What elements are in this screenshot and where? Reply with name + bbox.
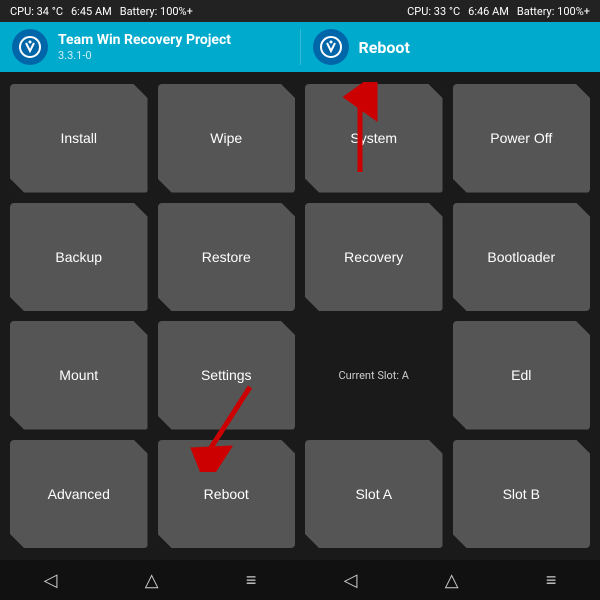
nav-bar: ◁ △ ≡ ◁ △ ≡ [0, 560, 600, 600]
cpu-left: CPU: 34 °C [10, 5, 63, 18]
header-left: Team Win Recovery Project 3.3.1-0 [0, 29, 300, 65]
header-title-block: Team Win Recovery Project 3.3.1-0 [58, 32, 231, 62]
cpu-right: CPU: 33 °C [407, 5, 460, 18]
main-grid: Install Wipe System Power Off Backup Res… [0, 72, 600, 560]
backup-button[interactable]: Backup [10, 203, 148, 312]
app-title: Team Win Recovery Project [58, 32, 231, 49]
reboot-header-title: Reboot [359, 38, 410, 57]
app-version: 3.3.1-0 [58, 49, 231, 62]
nav-menu-1[interactable]: ≡ [246, 570, 257, 591]
mount-button[interactable]: Mount [10, 321, 148, 430]
header-right: Reboot [300, 29, 600, 65]
time-left: 6:45 AM [71, 5, 112, 18]
wipe-button[interactable]: Wipe [158, 84, 296, 193]
status-left: CPU: 34 °C 6:45 AM Battery: 100%+ [10, 5, 193, 18]
advanced-button[interactable]: Advanced [10, 440, 148, 549]
bootloader-button[interactable]: Bootloader [453, 203, 591, 312]
nav-back-2[interactable]: ◁ [344, 570, 358, 591]
reboot-button[interactable]: Reboot [158, 440, 296, 549]
slot-a-button[interactable]: Slot A [305, 440, 443, 549]
reboot-logo-icon [313, 29, 349, 65]
status-right: CPU: 33 °C 6:46 AM Battery: 100%+ [407, 5, 590, 18]
current-slot-text: Current Slot: A [339, 369, 409, 382]
restore-button[interactable]: Restore [158, 203, 296, 312]
nav-back-1[interactable]: ◁ [44, 570, 58, 591]
settings-button[interactable]: Settings [158, 321, 296, 430]
install-button[interactable]: Install [10, 84, 148, 193]
nav-home-2[interactable]: △ [445, 570, 459, 591]
battery-left: Battery: 100%+ [120, 5, 193, 18]
header: Team Win Recovery Project 3.3.1-0 Reboot [0, 22, 600, 72]
time-right: 6:46 AM [468, 5, 509, 18]
logo-icon [12, 29, 48, 65]
nav-home-1[interactable]: △ [145, 570, 159, 591]
system-button[interactable]: System [305, 84, 443, 193]
slot-b-button[interactable]: Slot B [453, 440, 591, 549]
nav-menu-2[interactable]: ≡ [546, 570, 557, 591]
recovery-button[interactable]: Recovery [305, 203, 443, 312]
battery-right: Battery: 100%+ [517, 5, 590, 18]
edl-button[interactable]: Edl [453, 321, 591, 430]
power-off-button[interactable]: Power Off [453, 84, 591, 193]
current-slot-area: Current Slot: A [305, 321, 443, 430]
status-bar: CPU: 34 °C 6:45 AM Battery: 100%+ CPU: 3… [0, 0, 600, 22]
